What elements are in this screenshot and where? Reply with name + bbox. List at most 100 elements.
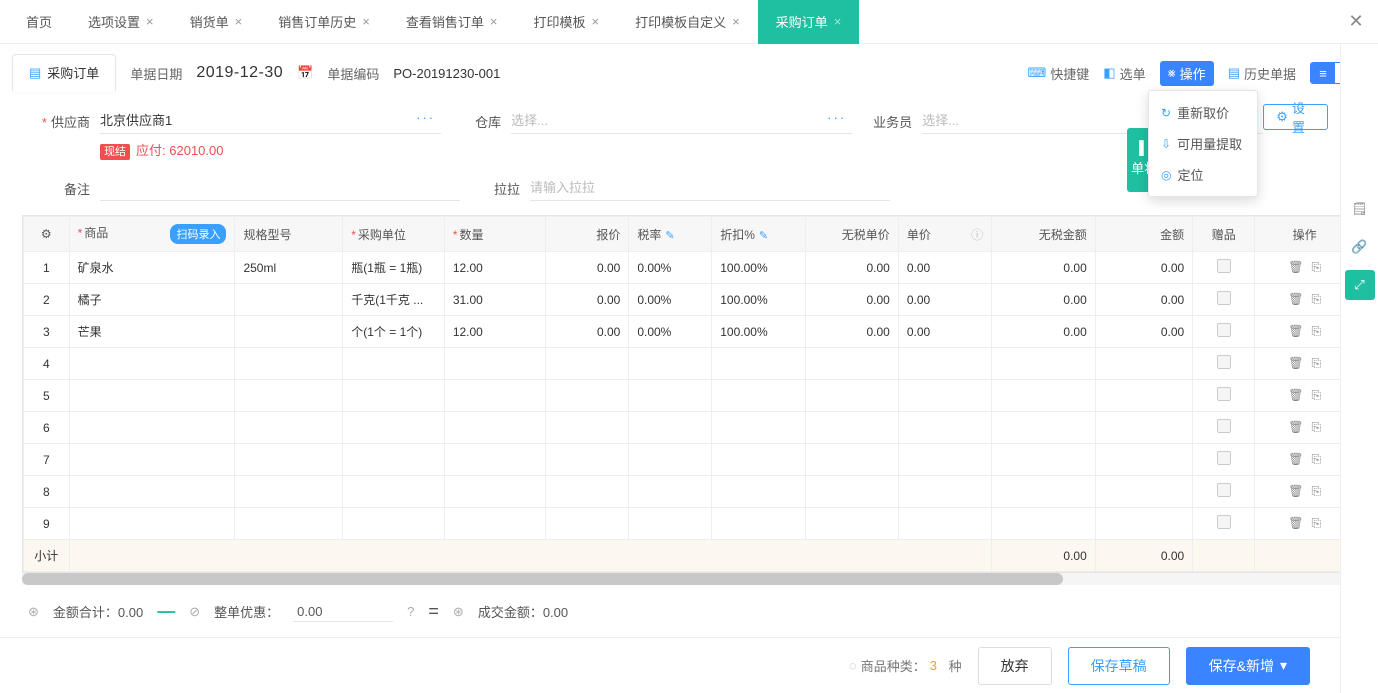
col-config[interactable]: ⚙ <box>24 217 70 252</box>
expand-icon[interactable]: ⤢ <box>1345 270 1375 300</box>
gift-checkbox[interactable] <box>1217 291 1231 305</box>
dd-reprice[interactable]: ↻重新取价 <box>1149 97 1257 128</box>
close-all-button[interactable]: ✕ <box>1334 11 1378 32</box>
delete-icon[interactable]: 🗑 <box>1288 324 1303 338</box>
dd-locate[interactable]: ◎定位 <box>1149 159 1257 190</box>
table-row[interactable]: 4🗑⎘ <box>24 348 1355 380</box>
info-icon[interactable]: ? <box>407 604 414 619</box>
horizontal-scrollbar[interactable] <box>22 573 1356 585</box>
gift-checkbox[interactable] <box>1217 387 1231 401</box>
right-rail: 🗒 🔗 ⤢ <box>1340 44 1378 693</box>
gift-checkbox[interactable] <box>1217 515 1231 529</box>
table-row[interactable]: 1矿泉水250ml瓶(1瓶 = 1瓶)12.000.000.00%100.00%… <box>24 252 1355 284</box>
close-icon[interactable]: × <box>146 14 154 29</box>
col-gift: 赠品 <box>1193 217 1255 252</box>
whole-discount-input[interactable]: 0.00 <box>293 602 393 622</box>
delete-icon[interactable]: 🗑 <box>1288 356 1303 370</box>
note-icon[interactable]: 🗒 <box>1345 194 1375 224</box>
copy-icon[interactable]: ⎘ <box>1312 356 1322 370</box>
delete-icon[interactable]: 🗑 <box>1288 420 1303 434</box>
link-icon[interactable]: 🔗 <box>1345 232 1375 262</box>
calendar-icon[interactable]: 📅 <box>297 65 313 81</box>
warehouse-field[interactable]: 选择...··· <box>511 108 852 134</box>
shortcut-button[interactable]: ⌨快捷键 <box>1028 64 1090 83</box>
gear-icon: ⚙ <box>1276 109 1288 125</box>
lala-field[interactable]: 请输入拉拉 <box>530 175 890 201</box>
select-bill-button[interactable]: ◧选单 <box>1103 64 1145 83</box>
edit-icon[interactable]: ✎ <box>759 230 768 242</box>
copy-icon[interactable]: ⎘ <box>1312 260 1322 274</box>
tab-home[interactable]: 首页 <box>8 0 70 44</box>
table-row[interactable]: 7🗑⎘ <box>24 444 1355 476</box>
settings-button[interactable]: ⚙设置 <box>1263 104 1328 130</box>
copy-icon[interactable]: ⎘ <box>1312 420 1322 434</box>
lookup-icon[interactable]: ··· <box>416 110 435 125</box>
edit-icon[interactable]: ✎ <box>665 230 674 242</box>
copy-icon[interactable]: ⎘ <box>1312 292 1322 306</box>
delete-icon[interactable]: 🗑 <box>1288 388 1303 402</box>
tab-print-template-custom[interactable]: 打印模板自定义× <box>617 0 758 44</box>
delete-icon[interactable]: 🗑 <box>1288 452 1303 466</box>
action-dropdown: ↻重新取价 ⇩可用量提取 ◎定位 <box>1148 90 1258 197</box>
table-row[interactable]: 5🗑⎘ <box>24 380 1355 412</box>
copy-icon[interactable]: ⎘ <box>1312 388 1322 402</box>
gift-checkbox[interactable] <box>1217 483 1231 497</box>
table-row[interactable]: 9🗑⎘ <box>24 508 1355 540</box>
supplier-label: 供应商 <box>30 108 90 131</box>
footer-bar: ◌ 商品种类：3 种 放弃 保存草稿 保存&新增▾ <box>0 637 1340 693</box>
close-icon[interactable]: × <box>834 14 842 29</box>
history-button[interactable]: ▤历史单据 <box>1228 64 1296 83</box>
col-amt-notax: 无税金额 <box>992 217 1096 252</box>
info-icon[interactable]: ⓘ <box>971 226 983 243</box>
save-new-button[interactable]: 保存&新增▾ <box>1186 647 1310 685</box>
date-value[interactable]: 2019-12-30 <box>196 64 283 82</box>
refresh-icon: ↻ <box>1161 106 1171 120</box>
gift-checkbox[interactable] <box>1217 451 1231 465</box>
table-row[interactable]: 2橘子千克(1千克 ...31.000.000.00%100.00%0.000.… <box>24 284 1355 316</box>
action-button[interactable]: ⨳操作 <box>1160 61 1214 86</box>
table-row[interactable]: 3芒果个(1个 = 1个)12.000.000.00%100.00%0.000.… <box>24 316 1355 348</box>
close-icon[interactable]: × <box>362 14 370 29</box>
gift-checkbox[interactable] <box>1217 355 1231 369</box>
close-icon[interactable]: × <box>490 14 498 29</box>
copy-icon[interactable]: ⎘ <box>1312 452 1322 466</box>
subtotal-amt-notax: 0.00 <box>992 540 1096 572</box>
remark-label: 备注 <box>30 175 90 198</box>
delete-icon[interactable]: 🗑 <box>1288 484 1303 498</box>
copy-icon[interactable]: ⎘ <box>1312 516 1322 530</box>
remark-field[interactable] <box>100 175 460 201</box>
download-icon: ⇩ <box>1161 137 1171 151</box>
gift-checkbox[interactable] <box>1217 259 1231 273</box>
copy-icon[interactable]: ⎘ <box>1312 324 1322 338</box>
delete-icon[interactable]: 🗑 <box>1288 292 1303 306</box>
tab-view-sales-order[interactable]: 查看销售订单× <box>388 0 516 44</box>
tab-purchase-order[interactable]: 采购订单× <box>758 0 860 44</box>
page-title-pill: ▤ 采购订单 <box>12 54 116 92</box>
gift-checkbox[interactable] <box>1217 323 1231 337</box>
copy-icon[interactable]: ⎘ <box>1312 484 1322 498</box>
table-row[interactable]: 8🗑⎘ <box>24 476 1355 508</box>
col-spec: 规格型号 <box>235 217 343 252</box>
tab-option-settings[interactable]: 选项设置× <box>70 0 172 44</box>
dd-available-qty[interactable]: ⇩可用量提取 <box>1149 128 1257 159</box>
close-icon[interactable]: × <box>591 14 599 29</box>
delete-icon[interactable]: 🗑 <box>1288 516 1303 530</box>
tab-sales-bill[interactable]: 销货单× <box>172 0 261 44</box>
save-draft-button[interactable]: 保存草稿 <box>1068 647 1170 685</box>
view-list-icon[interactable]: ≡ <box>1311 63 1335 83</box>
tab-sales-order-history[interactable]: 销售订单历史× <box>260 0 388 44</box>
page-title: 采购订单 <box>47 63 99 82</box>
discard-button[interactable]: 放弃 <box>978 647 1052 685</box>
close-icon[interactable]: × <box>732 14 740 29</box>
close-icon[interactable]: × <box>235 14 243 29</box>
scan-input-button[interactable]: 扫码录入 <box>170 224 226 244</box>
supplier-field[interactable]: 北京供应商1 ··· <box>100 108 441 134</box>
tab-print-template[interactable]: 打印模板× <box>515 0 617 44</box>
col-tax-rate: 税率✎ <box>629 217 712 252</box>
gift-checkbox[interactable] <box>1217 419 1231 433</box>
delete-icon[interactable]: 🗑 <box>1288 260 1303 274</box>
table-row[interactable]: 6🗑⎘ <box>24 412 1355 444</box>
subtotal-label: 小计 <box>24 540 70 572</box>
doc-code-value: PO-20191230-001 <box>393 66 500 81</box>
lookup-icon[interactable]: ··· <box>827 110 846 125</box>
